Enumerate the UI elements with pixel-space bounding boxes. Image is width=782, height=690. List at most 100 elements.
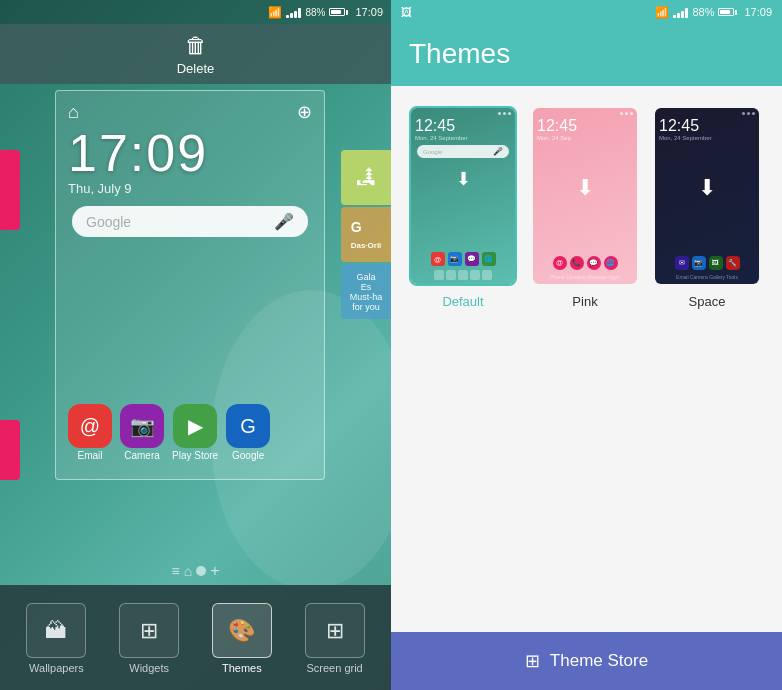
battery-icon-left bbox=[329, 8, 348, 16]
space-ic4: 🔧 bbox=[726, 256, 740, 270]
theme-store-label: Theme Store bbox=[550, 651, 648, 671]
theme-space-name: Space bbox=[689, 294, 726, 309]
menu-themes[interactable]: 🎨 Themes bbox=[212, 603, 272, 674]
phone-top-bar: ⌂ ⊕ bbox=[68, 101, 312, 123]
preview-space-icons: ✉ 📷 🖼 🔧 bbox=[659, 252, 755, 274]
wallpapers-icon: 🏔 bbox=[26, 603, 86, 658]
prev-ic4 bbox=[470, 270, 480, 280]
nav-dot-icon bbox=[196, 566, 206, 576]
preview-pink-download: ⬇ bbox=[576, 165, 594, 211]
bottom-menu: 🏔 Wallpapers ⊞ Widgets 🎨 Themes ⊞ Screen… bbox=[0, 585, 391, 690]
time-left: 17:09 bbox=[355, 6, 383, 18]
bottom-nav-dots: ≡ ⌂ + bbox=[0, 562, 391, 580]
app-icons-row: @ Email 📷 Camera ▶ Play Store G Google bbox=[68, 404, 312, 461]
right-panel: 🖼 📶 88% 17:09 Themes bbox=[391, 0, 782, 690]
widget-clock-time: 17:09 bbox=[68, 127, 312, 179]
delete-toolbar[interactable]: 🗑 Delete bbox=[0, 24, 391, 84]
preview-space-time: 12:45 bbox=[659, 117, 755, 135]
pink-ic1: @ bbox=[553, 256, 567, 270]
wallpapers-label: Wallpapers bbox=[29, 662, 84, 674]
app-camera[interactable]: 📷 Camera bbox=[120, 404, 164, 461]
preview-space-labels: Email Camera Gallery Tools bbox=[659, 274, 755, 280]
app-google[interactable]: G Google bbox=[226, 404, 270, 461]
theme-pink-name: Pink bbox=[572, 294, 597, 309]
delete-label: Delete bbox=[177, 61, 215, 76]
theme-default[interactable]: 12:45 Mon, 24 September Google 🎤 ⬇ @ 📷 💬… bbox=[409, 106, 517, 309]
theme-preview-pink: 12:45 Mon, 24 Sep ⬇ @ 📞 💬 🌐 Phone Contac… bbox=[531, 106, 639, 286]
preview-default-date: Mon, 24 September bbox=[415, 135, 511, 141]
home-icon: ⌂ bbox=[68, 102, 79, 123]
theme-space[interactable]: 12:45 Mon, 24 September ⬇ ✉ 📷 🖼 🔧 Email … bbox=[653, 106, 761, 309]
wifi-icon-right: 📶 bbox=[655, 6, 669, 19]
status-icons-left: 📶 88% 17:09 bbox=[268, 6, 383, 19]
battery-percent-left: 88% bbox=[305, 7, 325, 18]
pink-ic4: 🌐 bbox=[604, 256, 618, 270]
gallery-peek: 🏞 GDas·Orli GalaEsMust-hafor you bbox=[341, 150, 391, 321]
battery-icon-right bbox=[718, 8, 737, 16]
prev-ic1 bbox=[434, 270, 444, 280]
camera-label: Camera bbox=[124, 450, 160, 461]
preview-default-icons: @ 📷 💬 🌐 bbox=[415, 248, 511, 270]
google-label: Google bbox=[232, 450, 264, 461]
pink-ic3: 💬 bbox=[587, 256, 601, 270]
app-playstore[interactable]: ▶ Play Store bbox=[172, 404, 218, 461]
prev-cam: 📷 bbox=[448, 252, 462, 266]
nav-home-icon: ⌂ bbox=[184, 563, 192, 579]
menu-wallpapers[interactable]: 🏔 Wallpapers bbox=[26, 603, 86, 674]
camera-icon: 📷 bbox=[120, 404, 164, 448]
prev-ic2 bbox=[446, 270, 456, 280]
space-ic3: 🖼 bbox=[709, 256, 723, 270]
themes-header: Themes bbox=[391, 24, 782, 86]
email-icon: @ bbox=[68, 404, 112, 448]
menu-screen-grid[interactable]: ⊞ Screen grid bbox=[305, 603, 365, 674]
space-ic1: ✉ bbox=[675, 256, 689, 270]
left-panel: 📶 88% 17:09 🗑 Delete 🏞 GDas·Orli bbox=[0, 0, 391, 690]
preview-pink-time: 12:45 bbox=[537, 117, 633, 135]
preview-default-search: Google 🎤 bbox=[417, 145, 509, 158]
search-placeholder: Google bbox=[86, 214, 274, 230]
battery-percent-right: 88% bbox=[692, 6, 714, 18]
theme-store-button[interactable]: ⊞ Theme Store bbox=[391, 632, 782, 690]
theme-default-name: Default bbox=[442, 294, 483, 309]
preview-default-time: 12:45 bbox=[415, 117, 511, 135]
gallery-item-3: GalaEsMust-hafor you bbox=[341, 264, 391, 319]
preview-pink-icons: @ 📞 💬 🌐 bbox=[537, 252, 633, 274]
preview-default-download: ⬇ bbox=[415, 168, 511, 190]
preview-space-status bbox=[659, 112, 755, 115]
widget-plus-icon: ⊕ bbox=[297, 101, 312, 123]
theme-store-icon: ⊞ bbox=[525, 650, 540, 672]
side-peek-left-2 bbox=[0, 420, 20, 480]
prev-ic3 bbox=[458, 270, 468, 280]
preview-pink-date: Mon, 24 Sep bbox=[537, 135, 633, 141]
screengrid-label: Screen grid bbox=[306, 662, 362, 674]
side-peek-left-1 bbox=[0, 150, 20, 230]
widget-clock-date: Thu, July 9 bbox=[68, 181, 312, 196]
time-right: 17:09 bbox=[744, 6, 772, 18]
app-email[interactable]: @ Email bbox=[68, 404, 112, 461]
signal-icon bbox=[286, 6, 301, 18]
widgets-icon: ⊞ bbox=[119, 603, 179, 658]
gallery-item-2: GDas·Orli bbox=[341, 207, 391, 262]
themes-scroll-area[interactable]: 12:45 Mon, 24 September Google 🎤 ⬇ @ 📷 💬… bbox=[391, 86, 782, 690]
preview-default-status bbox=[415, 112, 511, 115]
themes-icon: 🎨 bbox=[212, 603, 272, 658]
status-left-icons-right: 🖼 bbox=[401, 6, 412, 18]
theme-preview-default: 12:45 Mon, 24 September Google 🎤 ⬇ @ 📷 💬… bbox=[409, 106, 517, 286]
status-bar-right: 🖼 📶 88% 17:09 bbox=[391, 0, 782, 24]
prev-inet: 🌐 bbox=[482, 252, 496, 266]
wifi-icon: 📶 bbox=[268, 6, 282, 19]
space-ic2: 📷 bbox=[692, 256, 706, 270]
menu-widgets[interactable]: ⊞ Widgets bbox=[119, 603, 179, 674]
preview-pink-labels: Phone Contacts Message Apps bbox=[537, 274, 633, 280]
playstore-icon: ▶ bbox=[173, 404, 217, 448]
signal-icon-right bbox=[673, 6, 688, 18]
google-icon: G bbox=[226, 404, 270, 448]
delete-icon: 🗑 bbox=[185, 33, 207, 59]
status-right-icons-right: 📶 88% 17:09 bbox=[655, 6, 772, 19]
mic-icon: 🎤 bbox=[274, 212, 294, 231]
status-bar-left: 📶 88% 17:09 bbox=[0, 0, 391, 24]
search-bar[interactable]: Google 🎤 bbox=[72, 206, 308, 237]
playstore-label: Play Store bbox=[172, 450, 218, 461]
theme-pink[interactable]: 12:45 Mon, 24 Sep ⬇ @ 📞 💬 🌐 Phone Contac… bbox=[531, 106, 639, 309]
theme-preview-space: 12:45 Mon, 24 September ⬇ ✉ 📷 🖼 🔧 Email … bbox=[653, 106, 761, 286]
